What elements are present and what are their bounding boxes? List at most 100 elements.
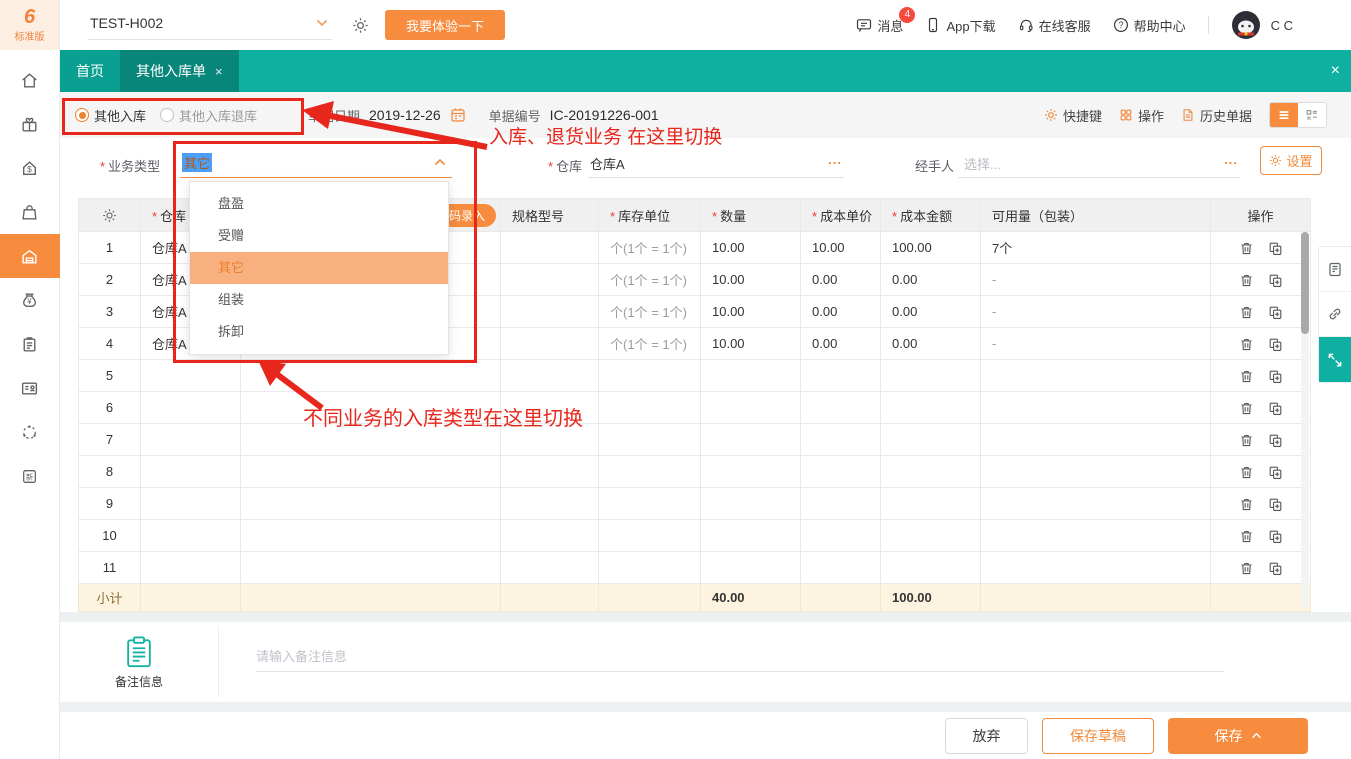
cell-qty[interactable]: [700, 423, 801, 456]
radio-other-inbound-return[interactable]: 其他入库退库: [160, 106, 257, 125]
delete-row-icon[interactable]: [1239, 337, 1254, 352]
save-button[interactable]: 保存: [1168, 717, 1308, 754]
sidebar-item-contacts[interactable]: [0, 366, 60, 410]
delete-row-icon[interactable]: [1239, 369, 1254, 384]
user-menu[interactable]: C C: [1231, 10, 1293, 40]
calendar-icon[interactable]: [450, 107, 466, 123]
cell-price[interactable]: 0.00: [800, 263, 881, 296]
dropdown-option[interactable]: 其它: [190, 252, 448, 284]
dropdown-option[interactable]: 盘盈: [190, 188, 448, 220]
trial-button[interactable]: 我要体验一下: [385, 10, 505, 40]
cell-price[interactable]: 10.00: [800, 231, 881, 264]
delete-row-icon[interactable]: [1239, 241, 1254, 256]
cell-qty[interactable]: 10.00: [700, 231, 801, 264]
radio-other-inbound[interactable]: 其他入库: [75, 106, 146, 125]
handler-more-button[interactable]: ...: [1224, 152, 1238, 167]
sidebar-item-report[interactable]: [0, 322, 60, 366]
cell-warehouse[interactable]: [140, 487, 241, 520]
cell-qty[interactable]: [700, 519, 801, 552]
history-button[interactable]: 历史单据: [1181, 106, 1252, 125]
operations-button[interactable]: 操作: [1119, 106, 1164, 125]
copy-row-icon[interactable]: [1268, 273, 1283, 288]
cell-price[interactable]: [800, 487, 881, 520]
column-settings-icon[interactable]: [102, 208, 117, 223]
copy-row-icon[interactable]: [1268, 465, 1283, 480]
cell-spec[interactable]: [500, 231, 599, 264]
company-select[interactable]: TEST-H002: [88, 11, 332, 40]
sidebar-item-home[interactable]: [0, 58, 60, 102]
cell-warehouse[interactable]: [140, 359, 241, 392]
save-draft-button[interactable]: 保存草稿: [1042, 717, 1154, 754]
cell-qty[interactable]: 10.00: [700, 327, 801, 360]
delete-row-icon[interactable]: [1239, 273, 1254, 288]
cell-product[interactable]: [240, 519, 501, 552]
cell-qty[interactable]: [700, 551, 801, 584]
cell-price[interactable]: 0.00: [800, 295, 881, 328]
copy-row-icon[interactable]: [1268, 529, 1283, 544]
cell-qty[interactable]: [700, 487, 801, 520]
cell-warehouse[interactable]: [140, 423, 241, 456]
cell-spec[interactable]: [500, 263, 599, 296]
online-service-menu-item[interactable]: 在线客服: [1018, 16, 1091, 35]
workspace-settings-icon[interactable]: [352, 17, 369, 34]
cell-product[interactable]: [240, 487, 501, 520]
tab-close-icon[interactable]: ×: [215, 64, 223, 79]
tab-home[interactable]: 首页: [60, 50, 120, 92]
sidebar-item-sales[interactable]: $: [0, 146, 60, 190]
settings-button[interactable]: 设置: [1260, 146, 1322, 175]
warehouse-more-button[interactable]: ...: [828, 152, 842, 167]
cell-qty[interactable]: [700, 359, 801, 392]
delete-row-icon[interactable]: [1239, 401, 1254, 416]
sidebar-item-warehouse[interactable]: [0, 234, 60, 278]
delete-row-icon[interactable]: [1239, 529, 1254, 544]
cell-qty[interactable]: [700, 391, 801, 424]
cell-qty[interactable]: 10.00: [700, 263, 801, 296]
copy-row-icon[interactable]: [1268, 497, 1283, 512]
cell-spec[interactable]: [500, 551, 599, 584]
delete-row-icon[interactable]: [1239, 433, 1254, 448]
help-center-menu-item[interactable]: ? 帮助中心: [1113, 16, 1186, 35]
biz-type-select[interactable]: 其它: [180, 150, 452, 178]
cell-product[interactable]: [240, 455, 501, 488]
dropdown-option[interactable]: 拆卸: [190, 316, 448, 348]
copy-row-icon[interactable]: [1268, 337, 1283, 352]
copy-row-icon[interactable]: [1268, 433, 1283, 448]
notes-float-button[interactable]: [1319, 247, 1351, 292]
cell-price[interactable]: [800, 519, 881, 552]
shortcut-button[interactable]: 快捷键: [1044, 106, 1102, 125]
card-view-button[interactable]: [1298, 103, 1326, 127]
copy-row-icon[interactable]: [1268, 401, 1283, 416]
sidebar-item-new[interactable]: 新: [0, 454, 60, 498]
delete-row-icon[interactable]: [1239, 561, 1254, 576]
delete-row-icon[interactable]: [1239, 305, 1254, 320]
cell-product[interactable]: [240, 423, 501, 456]
warehouse-select[interactable]: 仓库A ...: [588, 150, 844, 178]
cell-price[interactable]: [800, 455, 881, 488]
cell-price[interactable]: [800, 551, 881, 584]
cell-warehouse[interactable]: [140, 519, 241, 552]
cell-product[interactable]: [240, 391, 501, 424]
cancel-button[interactable]: 放弃: [945, 717, 1028, 754]
date-value[interactable]: 2019-12-26: [369, 107, 441, 123]
copy-row-icon[interactable]: [1268, 241, 1283, 256]
delete-row-icon[interactable]: [1239, 465, 1254, 480]
cell-product[interactable]: [240, 359, 501, 392]
cell-spec[interactable]: [500, 455, 599, 488]
copy-row-icon[interactable]: [1268, 561, 1283, 576]
dropdown-option[interactable]: 组装: [190, 284, 448, 316]
cell-product[interactable]: [240, 551, 501, 584]
delete-row-icon[interactable]: [1239, 497, 1254, 512]
handler-select[interactable]: 选择... ...: [958, 150, 1240, 178]
copy-row-icon[interactable]: [1268, 305, 1283, 320]
tab-other-inbound[interactable]: 其他入库单 ×: [120, 50, 239, 92]
copy-row-icon[interactable]: [1268, 369, 1283, 384]
cell-price[interactable]: 0.00: [800, 327, 881, 360]
dropdown-option[interactable]: 受赠: [190, 220, 448, 252]
cell-spec[interactable]: [500, 359, 599, 392]
cell-qty[interactable]: 10.00: [700, 295, 801, 328]
expand-float-button[interactable]: [1319, 337, 1351, 382]
cell-spec[interactable]: [500, 391, 599, 424]
cell-spec[interactable]: [500, 295, 599, 328]
grid-scrollbar-thumb[interactable]: [1301, 232, 1309, 334]
cell-spec[interactable]: [500, 423, 599, 456]
